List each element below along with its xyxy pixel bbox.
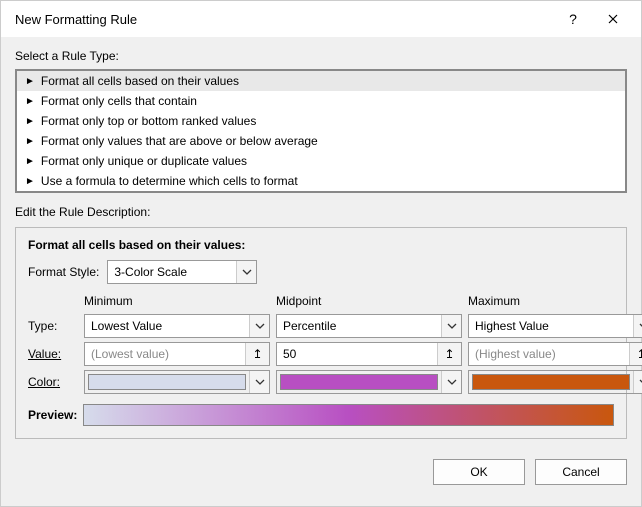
color-swatch: [472, 374, 630, 390]
rule-description-panel: Format all cells based on their values: …: [15, 227, 627, 439]
format-style-combo[interactable]: 3-Color Scale: [107, 260, 257, 284]
min-type-combo[interactable]: Lowest Value: [84, 314, 270, 338]
preview-label: Preview:: [28, 408, 77, 422]
min-value-input[interactable]: (Lowest value)↥: [84, 342, 270, 366]
edit-rule-description-label: Edit the Rule Description:: [15, 205, 627, 219]
chevron-down-icon: [633, 371, 642, 393]
chevron-down-icon: [441, 371, 461, 393]
chevron-down-icon: [249, 315, 269, 337]
row-label-type: Type:: [28, 319, 78, 333]
arrow-icon: ►: [25, 116, 35, 127]
close-button[interactable]: [593, 1, 633, 37]
dialog-footer: OK Cancel: [1, 449, 641, 495]
range-select-icon[interactable]: ↥: [437, 343, 461, 365]
rule-type-item[interactable]: ► Format only unique or duplicate values: [17, 151, 625, 171]
mid-value-input[interactable]: 50↥: [276, 342, 462, 366]
rule-type-item[interactable]: ► Format all cells based on their values: [17, 71, 625, 91]
color-swatch: [88, 374, 246, 390]
arrow-icon: ►: [25, 156, 35, 167]
rule-type-label: Format all cells based on their values: [41, 74, 239, 88]
arrow-icon: ►: [25, 76, 35, 87]
rule-type-label: Format only top or bottom ranked values: [41, 114, 256, 128]
rule-type-item[interactable]: ► Format only top or bottom ranked values: [17, 111, 625, 131]
chevron-down-icon: [236, 261, 256, 283]
color-swatch: [280, 374, 438, 390]
preview-gradient: [83, 404, 614, 426]
new-formatting-rule-dialog: New Formatting Rule ? Select a Rule Type…: [0, 0, 642, 507]
rule-type-label: Format only unique or duplicate values: [41, 154, 247, 168]
col-header-midpoint: Midpoint: [276, 294, 462, 310]
chevron-down-icon: [249, 371, 269, 393]
close-icon: [608, 14, 618, 24]
format-style-label: Format Style:: [28, 265, 99, 279]
rule-type-list[interactable]: ►Format all cells based on their values …: [15, 69, 627, 193]
rule-type-label: Format only cells that contain: [41, 94, 197, 108]
rule-description-title: Format all cells based on their values:: [28, 238, 614, 252]
min-color-combo[interactable]: [84, 370, 270, 394]
arrow-icon: ►: [25, 176, 35, 187]
cancel-button[interactable]: Cancel: [535, 459, 627, 485]
ok-button[interactable]: OK: [433, 459, 525, 485]
range-select-icon[interactable]: ↥: [629, 343, 642, 365]
help-button[interactable]: ?: [553, 1, 593, 37]
max-type-combo[interactable]: Highest Value: [468, 314, 642, 338]
col-header-maximum: Maximum: [468, 294, 642, 310]
row-label-value: Value:: [28, 347, 78, 361]
arrow-icon: ►: [25, 136, 35, 147]
titlebar: New Formatting Rule ?: [1, 1, 641, 37]
range-select-icon[interactable]: ↥: [245, 343, 269, 365]
col-header-minimum: Minimum: [84, 294, 270, 310]
dialog-title: New Formatting Rule: [15, 12, 553, 27]
select-rule-type-label: Select a Rule Type:: [15, 49, 627, 63]
rule-type-item[interactable]: ► Format only values that are above or be…: [17, 131, 625, 151]
format-style-value: 3-Color Scale: [108, 265, 236, 279]
arrow-icon: ►: [25, 96, 35, 107]
chevron-down-icon: [633, 315, 642, 337]
row-label-color: Color:: [28, 375, 78, 389]
rule-type-item[interactable]: ► Use a formula to determine which cells …: [17, 171, 625, 191]
rule-type-label: Use a formula to determine which cells t…: [41, 174, 298, 188]
rule-type-item[interactable]: ► Format only cells that contain: [17, 91, 625, 111]
mid-type-combo[interactable]: Percentile: [276, 314, 462, 338]
mid-color-combo[interactable]: [276, 370, 462, 394]
chevron-down-icon: [441, 315, 461, 337]
max-value-input[interactable]: (Highest value)↥: [468, 342, 642, 366]
rule-type-label: Format only values that are above or bel…: [41, 134, 318, 148]
max-color-combo[interactable]: [468, 370, 642, 394]
